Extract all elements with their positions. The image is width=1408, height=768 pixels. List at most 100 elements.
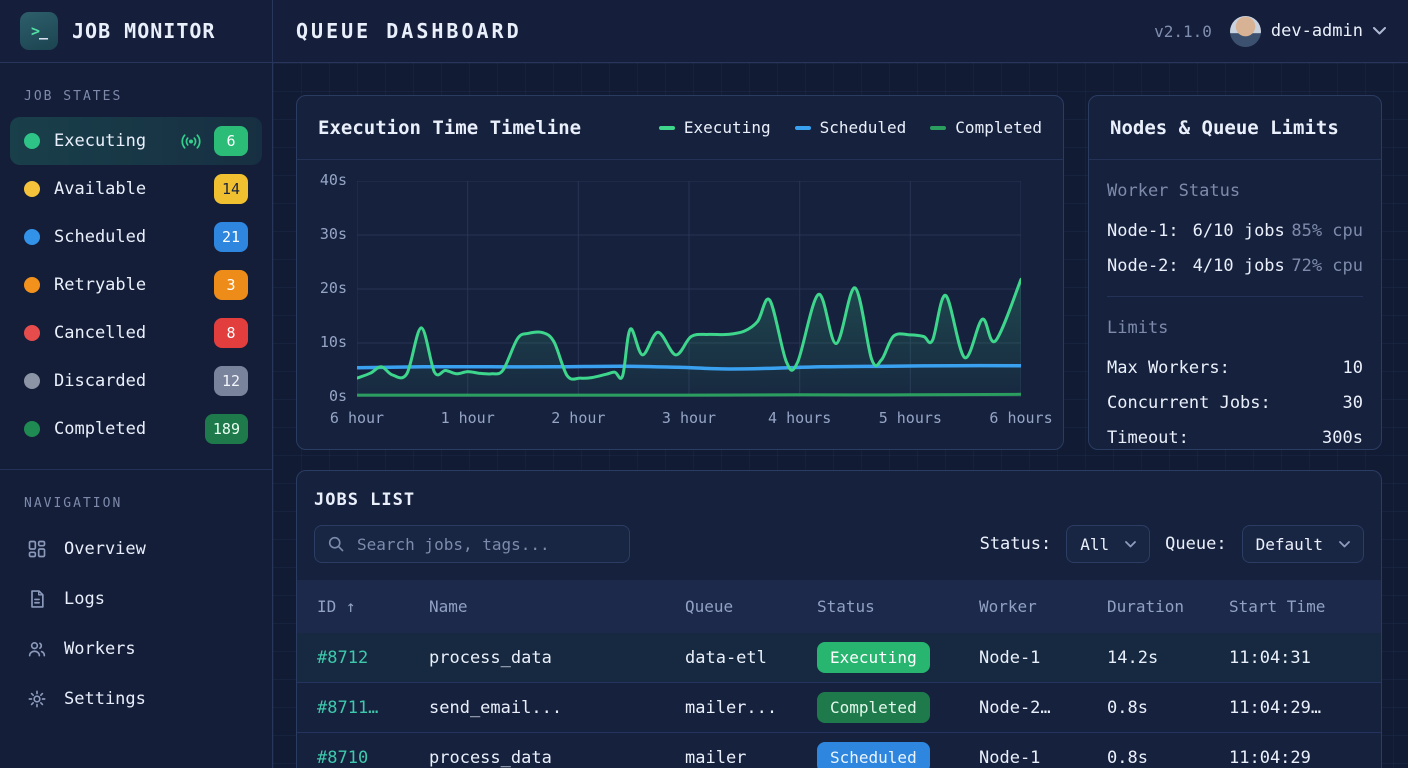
limit-row-concurrent-jobs: Concurrent Jobs: 30 — [1107, 385, 1363, 420]
sidebar-item-workers[interactable]: Workers — [0, 624, 272, 674]
gear-icon — [28, 690, 46, 708]
limit-value: 10 — [1342, 357, 1363, 378]
state-count-badge: 14 — [213, 174, 248, 204]
worker-name: Node-2: — [1107, 255, 1179, 276]
state-label: Available — [54, 179, 147, 199]
worker-jobs: 4/10 jobs — [1192, 255, 1285, 276]
legend-item-executing[interactable]: Executing — [658, 118, 771, 137]
table-row[interactable]: #8711… send_email... mailer... Completed… — [297, 683, 1381, 733]
nav-label: Workers — [64, 639, 136, 659]
sidebar-item-cancelled[interactable]: Cancelled 8 — [10, 309, 262, 357]
app-brand: > _ JOB MONITOR — [0, 0, 273, 62]
job-states-header: JOB STATES — [24, 89, 123, 104]
jobs-search-box — [314, 525, 630, 563]
divider — [1107, 296, 1363, 297]
y-axis-tick-label: 20s — [319, 279, 347, 297]
job-start-time: 11:04:29… — [1229, 697, 1322, 718]
page-title: QUEUE DASHBOARD — [296, 19, 522, 43]
nodes-panel-title: Nodes & Queue Limits — [1110, 116, 1339, 139]
column-header-status[interactable]: Status — [817, 597, 979, 616]
dashboard-grid-icon — [28, 540, 46, 558]
nav-label: Overview — [64, 539, 146, 559]
x-axis-tick-label: 6 hours — [989, 409, 1053, 427]
legend-label: Completed — [955, 118, 1042, 137]
job-queue: mailer... — [685, 697, 778, 718]
column-header-start-time[interactable]: Start Time — [1229, 597, 1381, 616]
job-id-link[interactable]: #8712 — [317, 648, 429, 668]
job-queue: data-etl — [685, 647, 767, 668]
scheduled-series-swatch — [794, 125, 811, 130]
job-start-time: 11:04:31 — [1229, 647, 1311, 668]
y-axis-tick-label: 30s — [319, 225, 347, 243]
version-label: v2.1.0 — [1154, 21, 1212, 41]
column-header-queue[interactable]: Queue — [685, 597, 817, 616]
chevron-down-icon — [1373, 27, 1386, 35]
state-label: Completed — [54, 419, 147, 439]
status-badge: Executing — [817, 642, 930, 673]
legend-item-scheduled[interactable]: Scheduled — [794, 118, 906, 137]
sidebar-item-scheduled[interactable]: Scheduled 21 — [10, 213, 262, 261]
user-name: dev-admin — [1270, 21, 1363, 41]
status-filter-select[interactable]: All — [1066, 525, 1151, 563]
worker-jobs: 6/10 jobs — [1192, 220, 1285, 241]
y-axis-tick-label: 10s — [319, 333, 347, 351]
top-bar: > _ JOB MONITOR QUEUE DASHBOARD v2.1.0 de… — [0, 0, 1408, 63]
state-count-badge: 189 — [204, 414, 248, 444]
limit-label: Timeout: — [1107, 427, 1189, 448]
job-worker: Node-1 — [979, 747, 1041, 768]
logo-underscore-glyph: _ — [39, 22, 48, 40]
column-header-duration[interactable]: Duration — [1107, 597, 1229, 616]
table-row[interactable]: #8712 process_data data-etl Executing No… — [297, 633, 1381, 683]
y-axis-tick-label: 0s — [328, 387, 347, 405]
execution-time-panel: Execution Time Timeline Executing Schedu… — [296, 95, 1064, 450]
completed-series-swatch — [930, 125, 947, 130]
state-count-badge: 21 — [213, 222, 248, 252]
state-count-badge: 6 — [214, 126, 248, 156]
sidebar-item-logs[interactable]: Logs — [0, 574, 272, 624]
x-axis-tick-label: 4 hours — [768, 409, 832, 427]
jobs-list-panel: JOBS LIST Status: All Queue: Default — [296, 470, 1382, 768]
status-badge: Scheduled — [817, 742, 930, 768]
worker-cpu: 72% cpu — [1291, 255, 1363, 276]
terminal-logo-icon: > _ — [20, 12, 58, 50]
column-header-id[interactable]: ID ↑ — [317, 597, 429, 616]
table-row[interactable]: #8710 process_data mailer Scheduled Node… — [297, 733, 1381, 768]
jobs-filters: Status: All Queue: Default — [980, 525, 1364, 563]
worker-status-header: Worker Status — [1107, 181, 1241, 201]
nodes-queue-limits-panel: Nodes & Queue Limits Worker Status Node-… — [1088, 95, 1382, 450]
sidebar-item-available[interactable]: Available 14 — [10, 165, 262, 213]
job-id-link[interactable]: #8710 — [317, 748, 429, 768]
state-dot — [24, 181, 40, 197]
column-header-name[interactable]: Name — [429, 597, 685, 616]
state-count-badge: 12 — [213, 366, 248, 396]
sidebar-item-settings[interactable]: Settings — [0, 674, 272, 724]
user-menu[interactable]: dev-admin — [1229, 15, 1386, 47]
legend-item-completed[interactable]: Completed — [930, 118, 1042, 137]
sidebar-item-retryable[interactable]: Retryable 3 — [10, 261, 262, 309]
sidebar-item-overview[interactable]: Overview — [0, 524, 272, 574]
limits-header: Limits — [1107, 318, 1169, 338]
sidebar-item-executing[interactable]: Executing 6 — [10, 117, 262, 165]
x-axis-tick-label: 3 hour — [661, 409, 717, 427]
status-badge: Completed — [817, 692, 930, 723]
sidebar-item-completed[interactable]: Completed 189 — [10, 405, 262, 453]
job-duration: 0.8s — [1107, 747, 1148, 768]
worker-row-node-2: Node-2: 4/10 jobs 72% cpu — [1107, 248, 1363, 283]
job-start-time: 11:04:29 — [1229, 747, 1311, 768]
column-header-worker[interactable]: Worker — [979, 597, 1107, 616]
job-worker: Node-1 — [979, 647, 1041, 668]
state-count-badge: 8 — [214, 318, 248, 348]
job-name: send_email... — [429, 697, 563, 718]
topbar-right: v2.1.0 dev-admin — [1154, 15, 1408, 47]
search-input[interactable] — [355, 533, 617, 555]
state-label: Cancelled — [54, 323, 147, 343]
chart-title: Execution Time Timeline — [318, 116, 582, 139]
job-id-link[interactable]: #8711… — [317, 698, 429, 718]
job-name: process_data — [429, 747, 552, 768]
queue-filter-value: Default — [1255, 534, 1323, 554]
queue-filter-select[interactable]: Default — [1241, 525, 1364, 563]
sidebar-item-discarded[interactable]: Discarded 12 — [10, 357, 262, 405]
app-title: JOB MONITOR — [72, 19, 216, 43]
x-axis-tick-label: 5 hours — [878, 409, 942, 427]
queue-filter-label: Queue: — [1165, 534, 1227, 554]
